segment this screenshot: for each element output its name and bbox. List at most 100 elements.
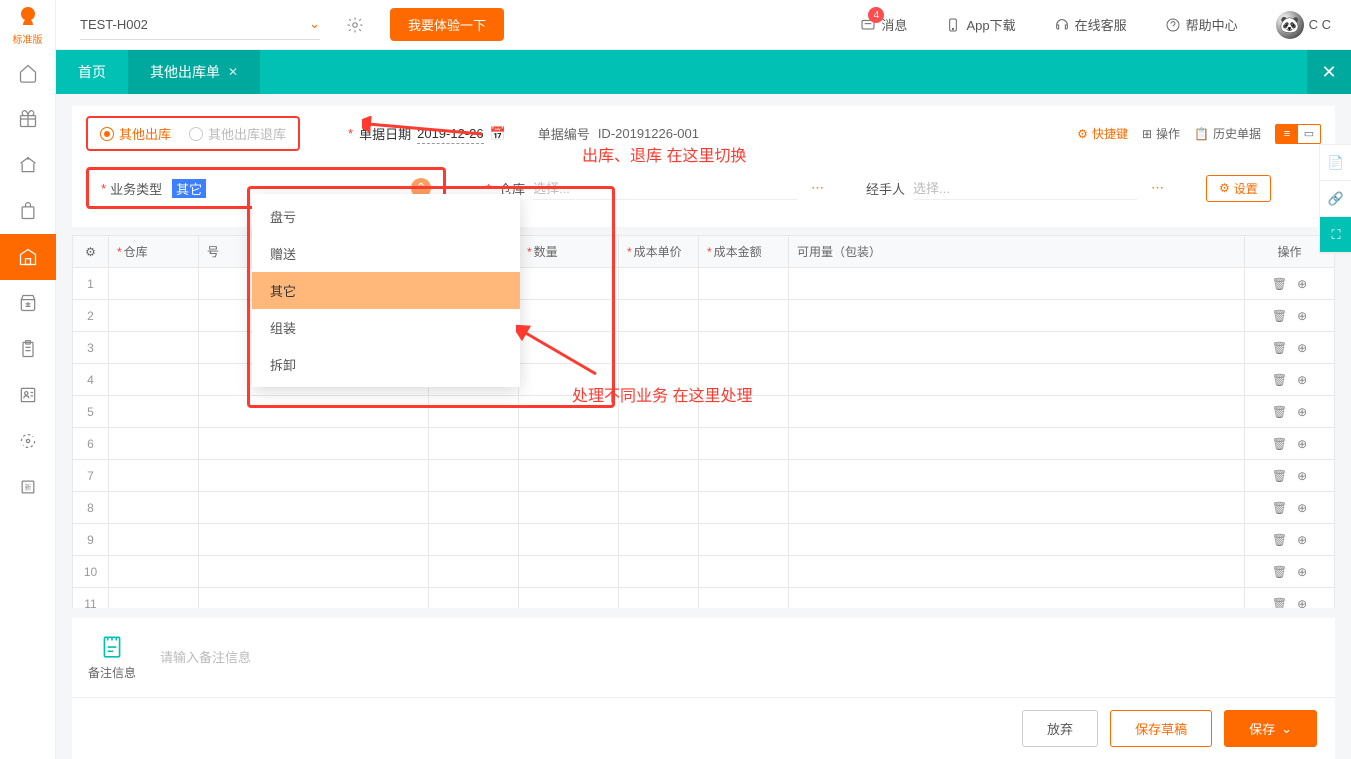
row-add-icon[interactable]: ⊕ (1297, 277, 1307, 291)
row-index: 2 (73, 300, 109, 332)
row-add-icon[interactable]: ⊕ (1297, 309, 1307, 323)
table-row[interactable]: 7 🗑 ⊕ (73, 460, 1335, 492)
dropdown-opt-zengsong[interactable]: 赠送 (252, 235, 520, 272)
rail-expand-icon[interactable]: ⛶ (1320, 217, 1351, 253)
nav-gift-icon[interactable] (0, 96, 56, 142)
doc-toolbar: ⚙ 快捷键 ⊞ 操作 📋 历史单据 ≡ ▭ (1077, 124, 1321, 144)
table-row[interactable]: 10 🗑 ⊕ (73, 556, 1335, 588)
row-add-icon[interactable]: ⊕ (1297, 501, 1307, 515)
save-button[interactable]: 保存 ⌄ (1224, 710, 1317, 747)
row-add-icon[interactable]: ⊕ (1297, 437, 1307, 451)
hotkey-button[interactable]: ⚙ 快捷键 (1077, 125, 1128, 142)
remark-section: 备注信息 (72, 618, 1335, 697)
radio-dot-icon (189, 127, 203, 141)
row-delete-icon[interactable]: 🗑 (1272, 309, 1287, 323)
footer: 放弃 保存草稿 保存 ⌄ (72, 697, 1335, 759)
radio-dot-icon (100, 127, 114, 141)
trial-button[interactable]: 我要体验一下 (390, 8, 504, 41)
col-gear[interactable]: ⚙ (73, 236, 109, 268)
row-delete-icon[interactable]: 🗑 (1272, 501, 1287, 515)
handler-field[interactable]: 经手人 选择... ⋯ (866, 176, 1166, 200)
more-icon[interactable]: ⋯ (811, 180, 826, 196)
header-gear-icon[interactable] (340, 10, 370, 40)
radio-other-outbound-return[interactable]: 其他出库退库 (189, 124, 286, 143)
rail-link-icon[interactable]: 🔗 (1320, 181, 1351, 217)
nav-house-icon[interactable] (0, 142, 56, 188)
row-delete-icon[interactable]: 🗑 (1272, 277, 1287, 291)
nav-contact-icon[interactable] (0, 372, 56, 418)
row-add-icon[interactable]: ⊕ (1297, 469, 1307, 483)
logo: 标准版 (0, 0, 56, 50)
dropdown-opt-pankui[interactable]: 盘亏 (252, 198, 520, 235)
nav-bag-icon[interactable] (0, 188, 56, 234)
biz-type-value: 其它 (172, 179, 206, 198)
col-avail: 可用量（包装） (789, 236, 1245, 268)
calendar-icon[interactable]: 📅 (490, 126, 506, 142)
support-button[interactable]: 在线客服 (1054, 15, 1127, 34)
tab-home-label: 首页 (78, 62, 106, 82)
app-download-button[interactable]: App下载 (945, 15, 1015, 34)
remark-icon-col: 备注信息 (88, 634, 136, 681)
messages-button[interactable]: 4 消息 (860, 15, 907, 34)
view-card-icon[interactable]: ▭ (1298, 125, 1320, 143)
dropdown-opt-qita[interactable]: 其它 (252, 272, 520, 309)
row-index: 5 (73, 396, 109, 428)
row-delete-icon[interactable]: 🗑 (1272, 533, 1287, 547)
nav-new-icon[interactable]: 新 (0, 464, 56, 510)
tabs-close-all[interactable]: ✕ (1307, 50, 1351, 94)
doc-date-field[interactable]: * 单据日期 2019-12-26 📅 (348, 124, 506, 144)
date-value: 2019-12-26 (417, 124, 484, 144)
tab-other-outbound[interactable]: 其他出库单 ✕ (128, 50, 260, 94)
chevron-down-icon: ⌄ (1281, 721, 1292, 737)
row-delete-icon[interactable]: 🗑 (1272, 373, 1287, 387)
row-delete-icon[interactable]: 🗑 (1272, 341, 1287, 355)
row-add-icon[interactable]: ⊕ (1297, 565, 1307, 579)
user-menu[interactable]: 🐼 C C (1276, 11, 1331, 39)
nav-sync-icon[interactable] (0, 418, 56, 464)
more-icon[interactable]: ⋯ (1151, 180, 1166, 196)
view-list-icon[interactable]: ≡ (1276, 125, 1298, 143)
business-type-dropdown: 盘亏 赠送 其它 组装 拆卸 (252, 194, 520, 387)
history-button[interactable]: 📋 历史单据 (1194, 125, 1261, 142)
row-add-icon[interactable]: ⊕ (1297, 373, 1307, 387)
date-label: 单据日期 (359, 124, 411, 143)
table-row[interactable]: 6 🗑 ⊕ (73, 428, 1335, 460)
help-button[interactable]: 帮助中心 (1165, 15, 1238, 34)
row-delete-icon[interactable]: 🗑 (1272, 437, 1287, 451)
doc-num-value: ID-20191226-001 (598, 126, 699, 141)
config-button[interactable]: ⚙ 设置 (1206, 175, 1271, 202)
operate-button[interactable]: ⊞ 操作 (1142, 125, 1180, 142)
tab-home[interactable]: 首页 (56, 50, 128, 94)
dropdown-opt-zuzhuang[interactable]: 组装 (252, 309, 520, 346)
discard-button[interactable]: 放弃 (1022, 710, 1098, 747)
nav-warehouse-icon[interactable] (0, 234, 56, 280)
table-row[interactable]: 5 🗑 ⊕ (73, 396, 1335, 428)
radio-other-outbound[interactable]: 其他出库 (100, 124, 171, 143)
row-add-icon[interactable]: ⊕ (1297, 597, 1307, 609)
rail-note-icon[interactable]: 📄 (1320, 145, 1351, 181)
row-index: 10 (73, 556, 109, 588)
nav-home-icon[interactable] (0, 50, 56, 96)
nav-clipboard-icon[interactable] (0, 326, 56, 372)
support-label: 在线客服 (1075, 15, 1127, 34)
org-selector[interactable]: TEST-H002 ⌄ (80, 10, 320, 40)
row-add-icon[interactable]: ⊕ (1297, 533, 1307, 547)
save-draft-button[interactable]: 保存草稿 (1110, 710, 1212, 747)
row-delete-icon[interactable]: 🗑 (1272, 405, 1287, 419)
row-index: 3 (73, 332, 109, 364)
warehouse-field[interactable]: * 仓库 选择... ⋯ (486, 176, 826, 200)
tab-close-icon[interactable]: ✕ (228, 65, 238, 79)
nav-money-icon[interactable] (0, 280, 56, 326)
row-delete-icon[interactable]: 🗑 (1272, 469, 1287, 483)
row-add-icon[interactable]: ⊕ (1297, 341, 1307, 355)
table-row[interactable]: 9 🗑 ⊕ (73, 524, 1335, 556)
remark-input[interactable] (160, 650, 1319, 665)
row-delete-icon[interactable]: 🗑 (1272, 565, 1287, 579)
row-add-icon[interactable]: ⊕ (1297, 405, 1307, 419)
dropdown-opt-chaixie[interactable]: 拆卸 (252, 346, 520, 383)
app-download-label: App下载 (966, 15, 1015, 34)
table-row[interactable]: 8 🗑 ⊕ (73, 492, 1335, 524)
row-delete-icon[interactable]: 🗑 (1272, 597, 1287, 609)
left-sidebar: 标准版 新 (0, 0, 56, 759)
table-row[interactable]: 11 🗑 ⊕ (73, 588, 1335, 609)
